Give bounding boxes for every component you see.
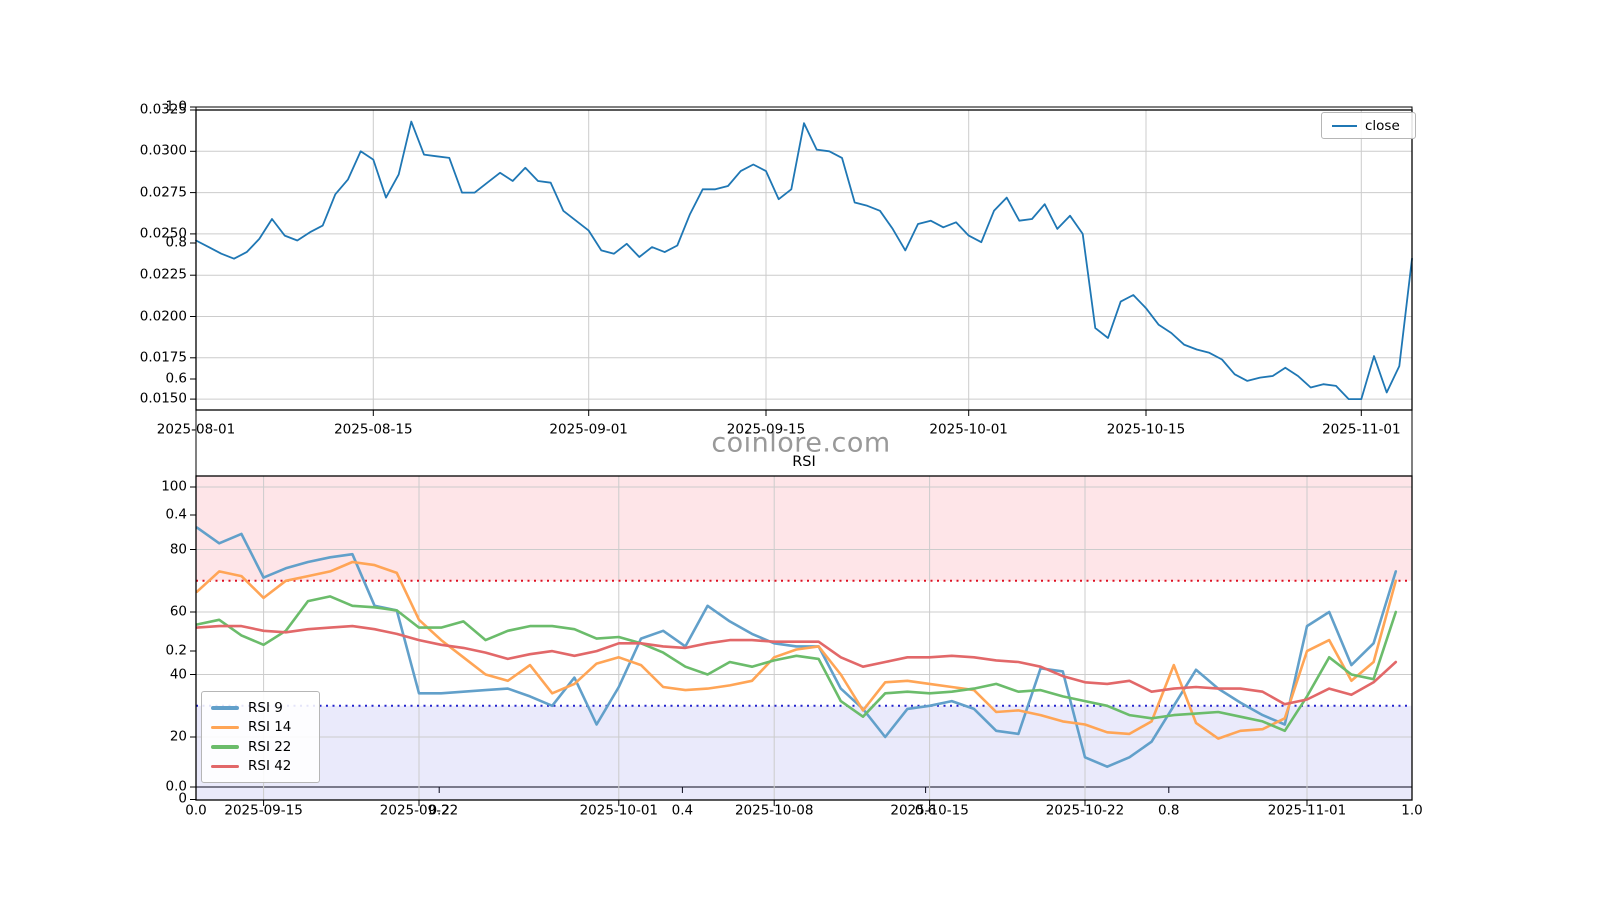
price-ytick-label: 0.0275 <box>139 183 187 200</box>
figure: coinlore.com RSI close RSI 9 RSI 14 RSI … <box>0 0 1600 900</box>
ghost-xtick-label: 0.8 <box>1158 802 1180 819</box>
rsi-xtick-label: 2025-10-22 <box>1045 802 1125 819</box>
rsi-xtick-label: 2025-11-01 <box>1267 802 1347 819</box>
price-ytick-label: 0.0200 <box>139 307 187 324</box>
ghost-xtick-label: 0.6 <box>914 802 937 819</box>
ghost-ytick-label: 0.0 <box>165 778 187 795</box>
price-ytick-label: 0.0225 <box>139 266 187 283</box>
ghost-ytick-label: 0.6 <box>165 370 187 387</box>
rsi14-legend-label: RSI 14 <box>248 719 292 736</box>
rsi9-legend-label: RSI 9 <box>248 699 283 716</box>
ghost-xtick-label: 0.4 <box>671 802 694 819</box>
price-ytick-label: 0.0150 <box>139 390 187 407</box>
rsi-xtick-label: 2025-09-15 <box>224 802 303 819</box>
rsi-ytick-label: 80 <box>169 540 187 557</box>
price-xtick-label: 2025-09-01 <box>549 421 628 438</box>
rsi22-legend-label: RSI 22 <box>248 738 292 755</box>
price-xtick-label: 2025-10-15 <box>1106 421 1186 438</box>
rsi-title: RSI <box>792 454 816 470</box>
rsi-ytick-label: 20 <box>169 728 187 745</box>
rsi-xtick-label: 2025-10-01 <box>579 802 659 819</box>
rsi42-line-sample <box>211 764 239 768</box>
close-line-sample <box>1332 124 1357 127</box>
ghost-ytick-label: 0.2 <box>165 642 187 659</box>
legend-item-rsi-9[interactable]: RSI 9 <box>211 698 319 718</box>
ghost-ytick-label: 1.0 <box>165 98 187 115</box>
ghost-ytick-label: 0.8 <box>165 234 187 251</box>
ghost-xtick-label: 0.0 <box>185 802 207 819</box>
price-xtick-label: 2025-09-15 <box>726 421 806 438</box>
ghost-xtick-label: 1.0 <box>1401 802 1423 819</box>
rsi-ytick-label: 60 <box>169 603 187 620</box>
rsi-xtick-label: 2025-10-08 <box>734 802 814 819</box>
legend-item-rsi-14[interactable]: RSI 14 <box>211 718 319 738</box>
price-ytick-label: 0.0300 <box>139 142 187 159</box>
price-ytick-label: 0.0175 <box>139 349 187 366</box>
legend-item-rsi-22[interactable]: RSI 22 <box>211 737 319 757</box>
rsi22-line-sample <box>211 745 239 749</box>
legend-item-rsi-42[interactable]: RSI 42 <box>211 757 319 777</box>
price-xtick-label: 2025-08-01 <box>156 421 236 438</box>
rsi-ytick-label: 100 <box>161 478 187 495</box>
price-legend[interactable]: close <box>1321 112 1416 139</box>
close-legend-label: close <box>1365 117 1400 134</box>
ghost-ytick-label: 0.4 <box>165 506 187 523</box>
rsi42-legend-label: RSI 42 <box>248 758 292 775</box>
rsi-legend[interactable]: RSI 9 RSI 14 RSI 22 RSI 42 <box>201 691 320 783</box>
price-xtick-label: 2025-11-01 <box>1322 421 1401 438</box>
rsi14-line-sample <box>211 725 239 729</box>
ghost-xtick-label: 0.2 <box>428 802 450 819</box>
rsi9-line-sample <box>211 706 239 710</box>
price-xtick-label: 2025-08-15 <box>334 421 413 438</box>
rsi-ytick-label: 40 <box>169 665 187 682</box>
price-xtick-label: 2025-10-01 <box>929 421 1008 438</box>
